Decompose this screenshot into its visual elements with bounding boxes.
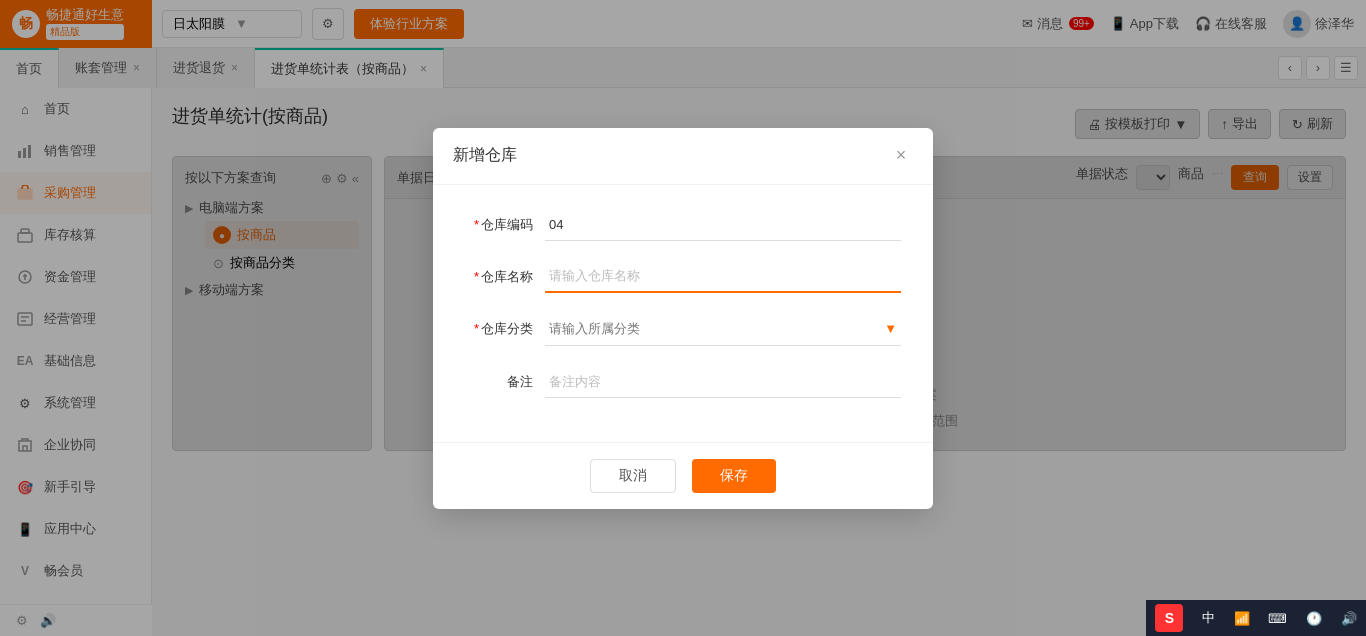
dialog-close-button[interactable]: × xyxy=(889,144,913,168)
note-input[interactable] xyxy=(545,366,901,398)
new-warehouse-dialog: 新增仓库 × 仓库编码 仓库名称 仓库分类 xyxy=(433,128,933,509)
wifi-icon: 📶 xyxy=(1234,611,1250,626)
save-button[interactable]: 保存 xyxy=(692,459,776,493)
name-label: 仓库名称 xyxy=(465,268,545,286)
note-label: 备注 xyxy=(465,373,545,391)
cancel-button[interactable]: 取消 xyxy=(590,459,676,493)
main-layout: ⌂ 首页 销售管理 采购管理 库存核算 资金管理 xyxy=(0,88,1366,636)
form-row-note: 备注 xyxy=(465,366,901,398)
dialog-title: 新增仓库 xyxy=(453,145,517,166)
dialog-footer: 取消 保存 xyxy=(433,442,933,509)
bottom-bar: S 中 📶 ⌨ 🕐 🔊 xyxy=(1146,600,1366,636)
modal-overlay: 新增仓库 × 仓库编码 仓库名称 仓库分类 xyxy=(152,88,1366,636)
code-input[interactable] xyxy=(545,209,901,241)
dialog-body: 仓库编码 仓库名称 仓库分类 ▼ xyxy=(433,185,933,442)
name-input[interactable] xyxy=(545,261,901,293)
keyboard-icon: ⌨ xyxy=(1268,611,1287,626)
clock-icon: 🕐 xyxy=(1306,611,1322,626)
category-label: 仓库分类 xyxy=(465,320,545,338)
code-label: 仓库编码 xyxy=(465,216,545,234)
content-area: 进货单统计(按商品) 🖨 按模板打印 ▼ ↑ 导出 ↻ 刷新 xyxy=(152,88,1366,636)
form-row-name: 仓库名称 xyxy=(465,261,901,293)
form-row-code: 仓库编码 xyxy=(465,209,901,241)
chinese-char-zhong: 中 xyxy=(1202,609,1215,627)
form-row-category: 仓库分类 ▼ xyxy=(465,313,901,346)
dialog-header: 新增仓库 × xyxy=(433,128,933,185)
s-logo: S xyxy=(1155,604,1183,632)
volume-icon-bottom: 🔊 xyxy=(1341,611,1357,626)
category-input[interactable] xyxy=(545,313,904,345)
